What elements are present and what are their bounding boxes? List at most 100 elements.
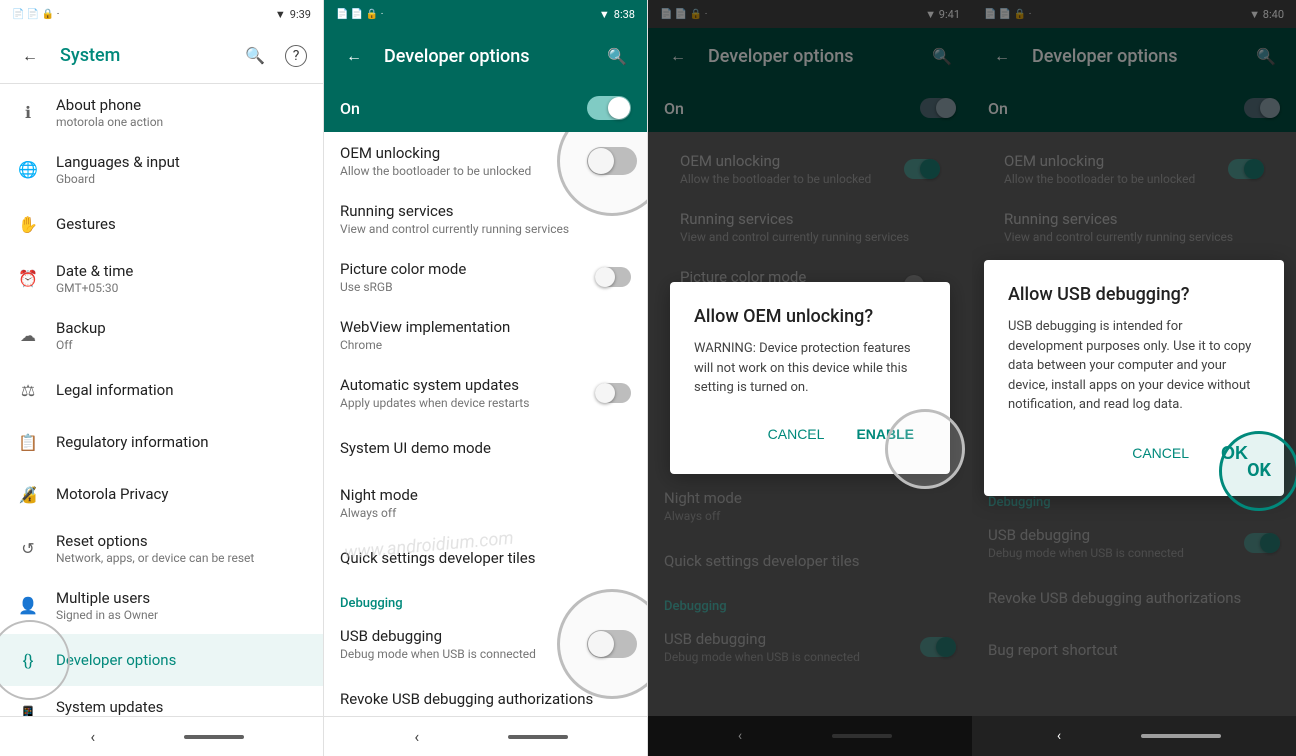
developer-options-panel: 📄 📄 🔒 · ▼ 8:38 ← Developer options 🔍 On … [324, 0, 648, 756]
datetime-icon: ⏰ [16, 267, 40, 291]
backup-subtitle: Off [56, 338, 307, 352]
regulatory-icon: 📋 [16, 430, 40, 454]
status-middle-right: ▼ 8:38 [599, 8, 635, 21]
dev-item-running-services[interactable]: Running services View and control curren… [324, 190, 647, 248]
system-settings-panel: 📄 📄 🔒 · ▼ 9:39 ← System 🔍 ? ℹ About phon… [0, 0, 324, 756]
webview-text: WebView implementation Chrome [340, 318, 631, 352]
search-icon-middle: 🔍 [607, 47, 627, 66]
on-row-middle[interactable]: On [324, 84, 647, 132]
sidebar-item-languages[interactable]: 🌐 Languages & input Gboard [0, 141, 323, 198]
dev-item-night-mode[interactable]: Night mode Always off [324, 474, 647, 532]
auto-updates-text: Automatic system updates Apply updates w… [340, 376, 595, 410]
usb-ok-button[interactable]: OK [1209, 435, 1260, 472]
night-mode-title: Night mode [340, 486, 631, 504]
sidebar-item-multiple-users[interactable]: 👤 Multiple users Signed in as Owner [0, 577, 323, 634]
users-text: Multiple users Signed in as Owner [56, 589, 307, 622]
languages-title: Languages & input [56, 153, 307, 171]
usb-dialog-title: Allow USB debugging? [1008, 284, 1260, 305]
oem-item-wrapper: OEM unlocking Allow the bootloader to be… [324, 132, 647, 190]
usb-cancel-button[interactable]: Cancel [1120, 435, 1201, 472]
sidebar-item-reset[interactable]: ↺ Reset options Network, apps, or device… [0, 520, 323, 577]
oem-subtitle: Allow the bootloader to be unlocked [340, 164, 595, 178]
oem-toggle[interactable] [595, 151, 631, 171]
appbar-left: ← System 🔍 ? [0, 28, 323, 84]
back-button-middle[interactable]: ← [340, 42, 368, 70]
picture-toggle[interactable] [595, 267, 631, 287]
backup-icon: ☁ [16, 324, 40, 348]
dev-item-webview[interactable]: WebView implementation Chrome [324, 306, 647, 364]
system-ui-text: System UI demo mode [340, 439, 631, 457]
webview-title: WebView implementation [340, 318, 631, 336]
right-panels-container: 📄 📄 🔒 · ▼ 9:41 ← Developer options 🔍 On … [648, 0, 1296, 756]
nav-back-left[interactable]: ‹ [79, 723, 107, 751]
backup-title: Backup [56, 319, 307, 337]
on-toggle-thumb-middle [608, 97, 630, 119]
running-title: Running services [340, 202, 631, 220]
running-subtitle: View and control currently running servi… [340, 222, 631, 236]
nav-back-r2[interactable]: ‹ [1047, 724, 1071, 748]
appbar-middle: ← Developer options 🔍 [324, 28, 647, 84]
help-button-left[interactable]: ? [285, 45, 307, 67]
oem-dialog-title: Allow OEM unlocking? [694, 306, 926, 327]
usb-toggle[interactable] [595, 634, 631, 654]
dev-item-revoke-usb[interactable]: Revoke USB debugging authorizations [324, 673, 647, 716]
dialog-backdrop-r2: Allow USB debugging? USB debugging is in… [972, 0, 1296, 756]
developer-options-list-middle: OEM unlocking Allow the bootloader to be… [324, 132, 647, 716]
sidebar-item-datetime[interactable]: ⏰ Date & time GMT+05:30 [0, 250, 323, 307]
status-bar-middle: 📄 📄 🔒 · ▼ 8:38 [324, 0, 647, 28]
picture-subtitle: Use sRGB [340, 280, 595, 294]
sidebar-item-developer-options[interactable]: {} Developer options [0, 634, 323, 686]
dev-item-system-ui[interactable]: System UI demo mode [324, 422, 647, 474]
status-middle-left: 📄 📄 🔒 · [336, 9, 383, 20]
sidebar-item-gestures[interactable]: ✋ Gestures [0, 198, 323, 250]
back-button-left[interactable]: ← [16, 42, 44, 70]
sidebar-item-backup[interactable]: ☁ Backup Off [0, 307, 323, 364]
on-toggle-middle[interactable] [587, 96, 631, 120]
oem-dialog-actions: Cancel Enable [694, 418, 926, 450]
users-subtitle: Signed in as Owner [56, 608, 307, 622]
wifi-icon-left: ▼ [275, 8, 286, 21]
nav-back-middle[interactable]: ‹ [403, 723, 431, 751]
status-right-left: ▼ 9:39 [275, 8, 311, 21]
running-text: Running services View and control curren… [340, 202, 631, 236]
usb-dialog-actions: Cancel OK [1008, 435, 1260, 472]
nav-indicator-middle [508, 735, 568, 739]
usb-toggle-thumb [595, 634, 615, 654]
bottom-nav-left: ‹ [0, 716, 323, 756]
right-panel-2: 📄 📄 🔒 · ▼ 8:40 ← Developer options 🔍 On … [972, 0, 1296, 756]
quick-settings-title: Quick settings developer tiles [340, 549, 631, 567]
oem-cancel-button[interactable]: Cancel [756, 418, 837, 450]
revoke-title: Revoke USB debugging authorizations [340, 690, 631, 708]
auto-updates-toggle[interactable] [595, 383, 631, 403]
sidebar-item-about-phone[interactable]: ℹ About phone motorola one action [0, 84, 323, 141]
system-updates-title: System updates [56, 698, 307, 716]
privacy-icon: 🔏 [16, 482, 40, 506]
dev-item-oem-unlocking[interactable]: OEM unlocking Allow the bootloader to be… [324, 132, 647, 190]
search-button-middle[interactable]: 🔍 [603, 42, 631, 70]
datetime-title: Date & time [56, 262, 307, 280]
datetime-text: Date & time GMT+05:30 [56, 262, 307, 295]
dev-item-quick-settings[interactable]: Quick settings developer tiles [324, 532, 647, 584]
legal-icon: ⚖ [16, 378, 40, 402]
sidebar-item-system-updates[interactable]: 📱 System updates Updated to Android 9 [0, 686, 323, 716]
sidebar-item-regulatory[interactable]: 📋 Regulatory information [0, 416, 323, 468]
gestures-title: Gestures [56, 215, 307, 233]
users-title: Multiple users [56, 589, 307, 607]
about-title: About phone [56, 96, 307, 114]
night-mode-text: Night mode Always off [340, 486, 631, 520]
privacy-title: Motorola Privacy [56, 485, 307, 503]
dev-item-usb-debugging[interactable]: USB debugging Debug mode when USB is con… [324, 615, 647, 673]
dev-item-auto-updates[interactable]: Automatic system updates Apply updates w… [324, 364, 647, 422]
back-icon-middle: ← [346, 46, 362, 66]
auto-updates-title: Automatic system updates [340, 376, 595, 394]
oem-enable-button[interactable]: Enable [844, 418, 926, 450]
auto-updates-toggle-thumb [595, 383, 615, 403]
search-button-left[interactable]: 🔍 [241, 42, 269, 70]
wifi-icon-middle: ▼ [599, 8, 610, 21]
system-settings-list: ℹ About phone motorola one action 🌐 Lang… [0, 84, 323, 716]
on-label-middle: On [340, 99, 360, 118]
reset-subtitle: Network, apps, or device can be reset [56, 551, 307, 565]
sidebar-item-legal[interactable]: ⚖ Legal information [0, 364, 323, 416]
sidebar-item-motorola-privacy[interactable]: 🔏 Motorola Privacy [0, 468, 323, 520]
dev-item-picture-color[interactable]: Picture color mode Use sRGB [324, 248, 647, 306]
